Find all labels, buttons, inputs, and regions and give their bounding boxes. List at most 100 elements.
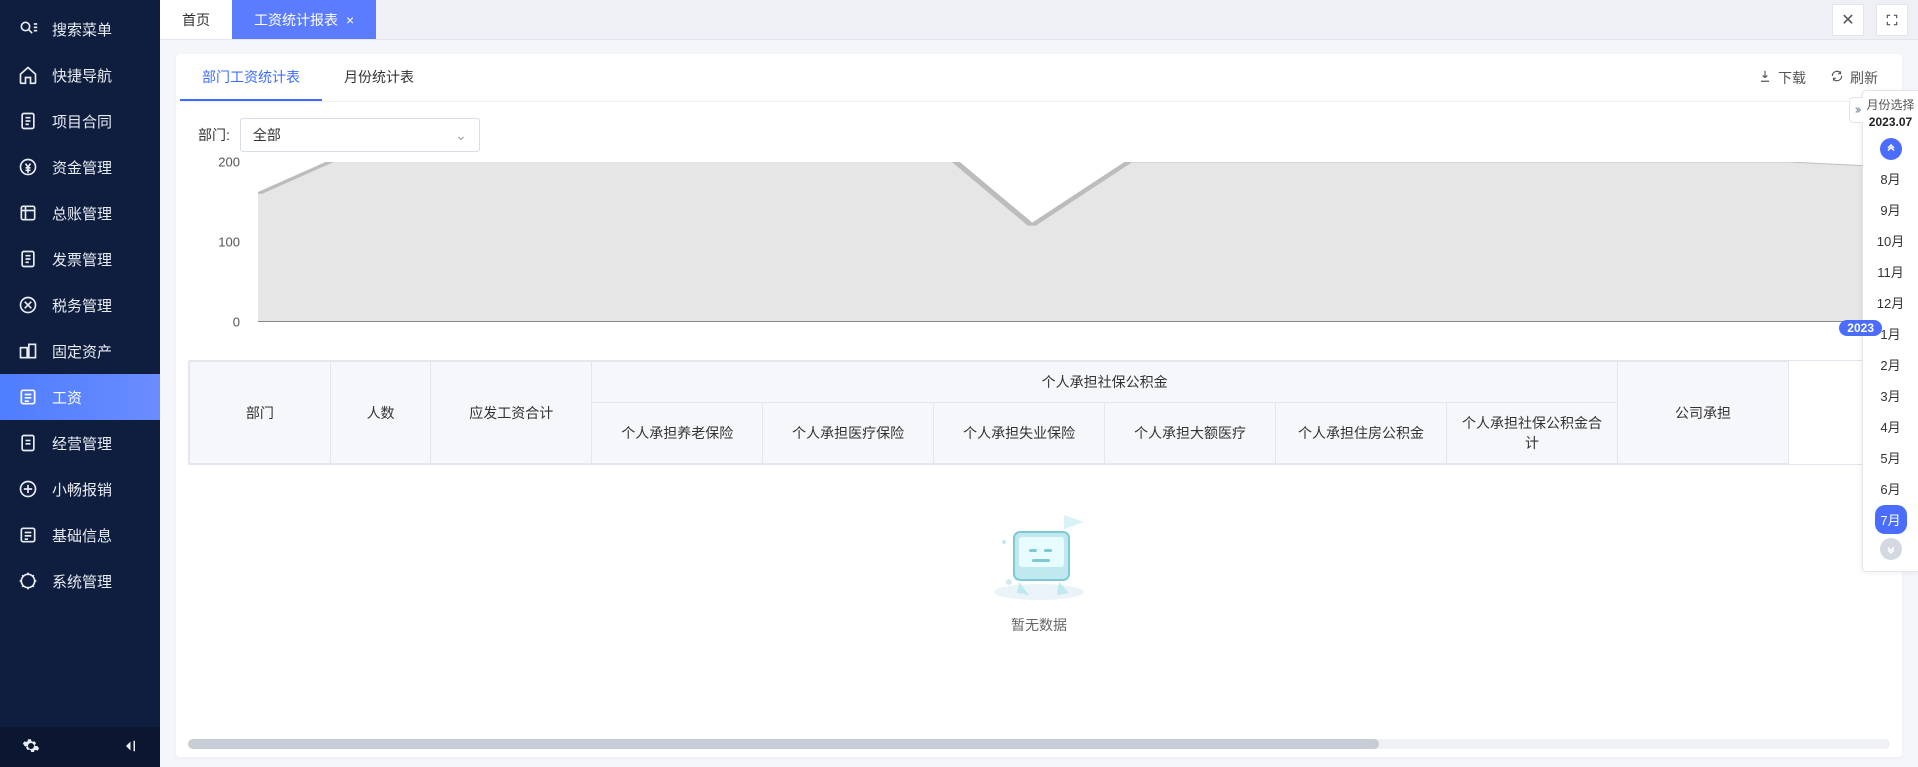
sidebar-item-label: 经营管理 (52, 433, 112, 454)
collapse-sidebar-icon[interactable] (120, 737, 138, 758)
month-scroll-up[interactable] (1880, 138, 1902, 160)
month-scroll-down[interactable] (1880, 538, 1902, 560)
baseinfo-icon (18, 525, 38, 545)
fullscreen-button[interactable] (1876, 4, 1908, 36)
action-label: 刷新 (1850, 68, 1878, 88)
month-panel-current: 2023.07 (1869, 115, 1912, 129)
th-p-bigmed: 个人承担大额医疗 (1105, 403, 1276, 464)
tab-label: 首页 (182, 10, 210, 30)
month-item[interactable]: 9月 (1875, 195, 1907, 224)
action-label: 下载 (1778, 68, 1806, 88)
contract-icon (18, 111, 38, 131)
sidebar-item-label: 小畅报销 (52, 479, 112, 500)
month-item[interactable]: 12月 (1875, 288, 1907, 317)
sidebar-item-system[interactable]: 系统管理 (0, 558, 160, 604)
month-item[interactable]: 5月 (1875, 443, 1907, 472)
sidebar-item-label: 基础信息 (52, 525, 112, 546)
sidebar-item-label: 工资 (52, 387, 82, 408)
close-icon[interactable]: × (346, 12, 354, 28)
subtab-month-stat[interactable]: 月份统计表 (322, 54, 436, 101)
sidebar-item-label: 系统管理 (52, 571, 112, 592)
sidebar-item-label: 总账管理 (52, 203, 112, 224)
sidebar-item-label: 资金管理 (52, 157, 112, 178)
sidebar-item-label: 快捷导航 (52, 65, 112, 86)
sidebar-item-invoice[interactable]: 发票管理 (0, 236, 160, 282)
chart-y-axis: 200 100 0 (198, 162, 250, 322)
th-p-medical: 个人承担医疗保险 (763, 403, 934, 464)
sidebar-item-ledger[interactable]: 总账管理 (0, 190, 160, 236)
sidebar-item-salary[interactable]: 工资 (0, 374, 160, 420)
subtab-label: 部门工资统计表 (202, 67, 300, 87)
sidebar-item-fund[interactable]: 资金管理 (0, 144, 160, 190)
sidebar-item-label: 发票管理 (52, 249, 112, 270)
sidebar-item-label: 税务管理 (52, 295, 112, 316)
sidebar-bottom (0, 727, 160, 767)
sidebar-item-label: 固定资产 (52, 341, 112, 362)
close-all-tabs-button[interactable]: ✕ (1832, 4, 1864, 36)
asset-icon (18, 341, 38, 361)
chart: 200 100 0 (176, 162, 1902, 342)
sidebar-item-label: 搜索菜单 (52, 19, 112, 40)
th-total: 应发工资合计 (431, 362, 592, 464)
month-item[interactable]: 2月 (1875, 350, 1907, 379)
refresh-icon (1830, 69, 1844, 86)
sidebar-item-tax[interactable]: 税务管理 (0, 282, 160, 328)
sidebar-item-asset[interactable]: 固定资产 (0, 328, 160, 374)
th-p-unemp: 个人承担失业保险 (934, 403, 1105, 464)
sidebar-item-reimburse[interactable]: 小畅报销 (0, 466, 160, 512)
download-icon (1758, 69, 1772, 86)
ledger-icon (18, 203, 38, 223)
table-wrap[interactable]: 部门 人数 应发工资合计 个人承担社保公积金 公司承担 个人承担养老保险 个人承… (188, 360, 1890, 465)
month-panel-collapse[interactable] (1849, 97, 1863, 123)
money-icon (18, 157, 38, 177)
filter-row: 部门: 全部 ⌄ (176, 102, 1902, 162)
sidebar-item-operation[interactable]: 经营管理 (0, 420, 160, 466)
month-item[interactable]: 4月 (1875, 412, 1907, 441)
dept-select[interactable]: 全部 ⌄ (240, 118, 480, 152)
ytick: 200 (218, 155, 240, 170)
scrollbar-thumb[interactable] (188, 739, 1379, 749)
settings-icon[interactable] (22, 737, 40, 758)
th-company-more: 公司承担 (1617, 362, 1788, 464)
sidebar-item-label: 项目合同 (52, 111, 112, 132)
tax-icon (18, 295, 38, 315)
horizontal-scrollbar[interactable] (188, 739, 1890, 749)
empty-state: 暂无数据 (176, 473, 1902, 739)
refresh-button[interactable]: 刷新 (1830, 68, 1878, 88)
tab-home[interactable]: 首页 (160, 0, 232, 39)
sub-tabs: 部门工资统计表 月份统计表 下载 (176, 54, 1902, 102)
month-item[interactable]: 10月 (1875, 226, 1907, 255)
salary-table: 部门 人数 应发工资合计 个人承担社保公积金 公司承担 个人承担养老保险 个人承… (189, 361, 1789, 464)
main: 首页 工资统计报表 × ✕ 部门工资统计表 月份统计表 (160, 0, 1918, 767)
subtab-label: 月份统计表 (344, 67, 414, 87)
chevron-down-icon: ⌄ (455, 127, 467, 144)
th-p-pension: 个人承担养老保险 (592, 403, 763, 464)
operation-icon (18, 433, 38, 453)
download-button[interactable]: 下载 (1758, 68, 1806, 88)
reimburse-icon (18, 479, 38, 499)
system-icon (18, 571, 38, 591)
sidebar-item-quicknav[interactable]: 快捷导航 (0, 52, 160, 98)
chart-plot (258, 162, 1870, 322)
th-p-social-total: 个人承担社保公积金合计 (1447, 403, 1618, 464)
th-group-personal: 个人承担社保公积金 (592, 362, 1618, 403)
th-dept: 部门 (190, 362, 331, 464)
month-item[interactable]: 6月 (1875, 474, 1907, 503)
month-item[interactable]: 8月 (1875, 164, 1907, 193)
salary-icon (18, 387, 38, 407)
subtab-dept-stat[interactable]: 部门工资统计表 (180, 54, 322, 101)
sidebar-item-search[interactable]: 搜索菜单 (0, 6, 160, 52)
sidebar-item-contract[interactable]: 项目合同 (0, 98, 160, 144)
empty-illustration (969, 487, 1109, 607)
tab-salary-report[interactable]: 工资统计报表 × (232, 0, 376, 39)
month-item[interactable]: 11月 (1875, 257, 1907, 286)
month-item[interactable]: 3月 (1875, 381, 1907, 410)
sidebar-item-baseinfo[interactable]: 基础信息 (0, 512, 160, 558)
year-badge: 2023 (1839, 320, 1882, 336)
sidebar: 搜索菜单 快捷导航 项目合同 资金管理 总账管理 (0, 0, 160, 767)
month-item[interactable]: 7月 (1875, 505, 1907, 534)
search-list-icon (18, 19, 38, 39)
dept-filter-label: 部门: (198, 125, 230, 145)
content-card: 部门工资统计表 月份统计表 下载 (176, 54, 1902, 757)
th-p-housing: 个人承担住房公积金 (1276, 403, 1447, 464)
